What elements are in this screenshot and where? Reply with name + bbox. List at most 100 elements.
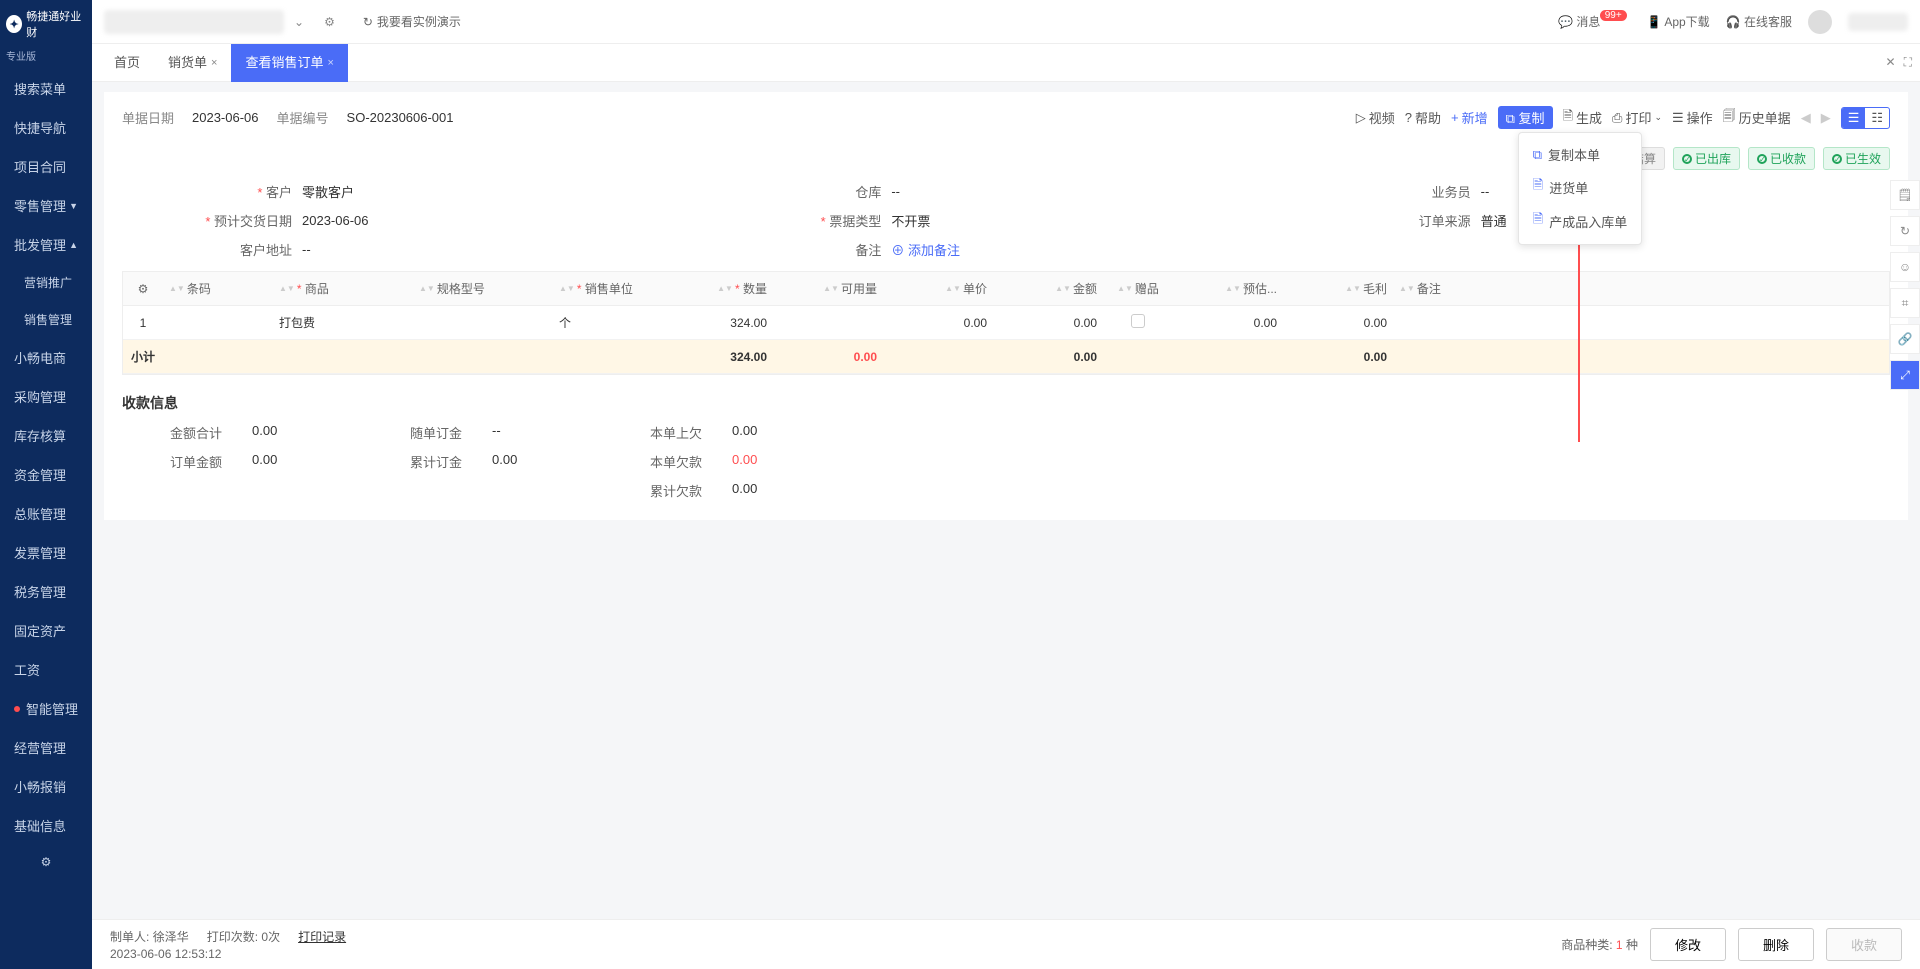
sidebar-item-sales[interactable]: 销售管理 [0,301,92,338]
sidebar-item-smart[interactable]: 智能管理 [0,689,92,728]
th-remark[interactable]: ▲▼备注 [1393,272,1889,305]
sort-icon: ▲▼ [279,286,295,291]
delete-button[interactable]: 删除 [1738,928,1814,961]
check-icon: ✓ [1757,154,1767,164]
th-spec[interactable]: ▲▼规格型号 [413,272,553,305]
username[interactable] [1848,13,1908,31]
prev-button[interactable]: ◀ [1801,110,1811,126]
th-gear[interactable]: ⚙ [123,274,163,304]
print-button[interactable]: ⎙打印 ⌄ [1612,108,1662,127]
tool-user[interactable]: ☺ [1890,252,1920,282]
th-profit[interactable]: ▲▼毛利 [1283,272,1393,305]
sidebar-item-retail[interactable]: 零售管理▼ [0,186,92,225]
tab-view-sales-order[interactable]: 查看销售订单× [231,44,347,82]
demo-link[interactable]: ↻ 我要看实例演示 [363,13,461,30]
avatar[interactable] [1808,10,1832,34]
sidebar-item-marketing[interactable]: 营销推广 [0,264,92,301]
help-link[interactable]: ?帮助 [1405,108,1441,127]
table-row[interactable]: 1 打包费 个 324.00 0.00 0.00 0.00 0.00 [123,306,1889,340]
sidebar-item-ecom[interactable]: 小畅电商 [0,338,92,377]
chevron-up-icon: ▲ [69,240,78,250]
close-icon[interactable]: × [327,44,333,82]
add-note-link[interactable]: 添加备注 [891,243,960,258]
dropdown-copy-this[interactable]: ⧉复制本单 [1519,139,1641,170]
messages-link[interactable]: 💬 消息 99+ [1558,13,1631,30]
total-label: 金额合计 [122,423,222,442]
sidebar-item-purchase[interactable]: 采购管理 [0,377,92,416]
gear-icon[interactable]: ⚙ [324,15,335,29]
tool-coupon[interactable]: ⌗ [1890,288,1920,318]
topbar: ⌄ ⚙ ↻ 我要看实例演示 💬 消息 99+ 📱 App下载 🎧 在线客服 [92,0,1920,44]
org-selector[interactable] [104,10,284,34]
sort-icon: ▲▼ [1345,286,1361,291]
generate-button[interactable]: 🗎生成 [1563,107,1602,129]
sidebar-item-project[interactable]: 项目合同 [0,147,92,186]
sidebar-item-inventory[interactable]: 库存核算 [0,416,92,455]
chevron-down-icon[interactable]: ⌄ [294,15,304,29]
payment-title: 收款信息 [122,393,1890,413]
dropdown-purchase-bill[interactable]: 🗎进货单 [1519,170,1641,204]
sidebar-item-wholesale[interactable]: 批发管理▲ [0,225,92,264]
status-received: ✓已收款 [1748,147,1815,170]
app-download-link[interactable]: 📱 App下载 [1647,13,1710,30]
th-barcode[interactable]: ▲▼条码 [163,272,273,305]
tool-expand[interactable]: ⤢ [1890,360,1920,390]
subtotal-profit: 0.00 [1283,342,1393,372]
acc-deposit-label: 累计订金 [362,452,462,471]
tab-home[interactable]: 首页 [100,44,154,82]
sidebar-item-ledger[interactable]: 总账管理 [0,494,92,533]
tool-link[interactable]: 🔗 [1890,324,1920,354]
edit-button[interactable]: 修改 [1650,928,1726,961]
view-card[interactable]: ☷ [1865,108,1889,128]
tab-sales-bill[interactable]: 销货单× [154,44,231,82]
cell-barcode [163,315,273,331]
support-link[interactable]: 🎧 在线客服 [1726,13,1792,30]
next-button[interactable]: ▶ [1821,110,1831,126]
kind-count: 商品种类: 1 种 [1561,936,1638,953]
bill-label: 票据类型 [711,211,891,230]
dropdown-finished-in[interactable]: 🗎产成品入库单 [1519,204,1641,238]
checkbox[interactable] [1131,314,1145,328]
brand-name: 畅捷通好业财 [26,8,86,40]
history-button[interactable]: 🗐历史单据 [1723,107,1791,129]
sidebar-item-business[interactable]: 经营管理 [0,728,92,767]
th-amount[interactable]: ▲▼金额 [993,272,1103,305]
th-product[interactable]: ▲▼商品 [273,272,413,305]
sidebar-item-search[interactable]: 搜索菜单 [0,69,92,108]
receive-button[interactable]: 收款 [1826,928,1902,961]
video-link[interactable]: ▷视频 [1356,108,1395,127]
th-avail[interactable]: ▲▼可用量 [773,272,883,305]
sidebar-settings[interactable]: ⚙ [0,845,92,879]
new-button[interactable]: +新增 [1451,108,1488,127]
sidebar-item-basic[interactable]: 基础信息 [0,806,92,845]
sidebar-item-invoice[interactable]: 发票管理 [0,533,92,572]
close-tab-button[interactable]: ✕ [1886,55,1896,70]
th-qty[interactable]: ▲▼数量 [663,272,773,305]
fullscreen-button[interactable]: ⛶ [1904,55,1912,70]
th-price[interactable]: ▲▼单价 [883,272,993,305]
sort-icon: ▲▼ [559,286,575,291]
sidebar-item-salary[interactable]: 工资 [0,650,92,689]
cell-qty: 324.00 [663,308,773,338]
sidebar-item-quicknav[interactable]: 快捷导航 [0,108,92,147]
cell-unit: 个 [553,306,663,339]
refresh-icon: ↻ [363,15,373,29]
close-icon[interactable]: × [211,44,217,82]
sidebar-item-tax[interactable]: 税务管理 [0,572,92,611]
th-unit[interactable]: ▲▼销售单位 [553,272,663,305]
doc-no-label: 单据编号 [277,108,329,127]
salesman-label: 业务员 [1301,182,1481,201]
headset-icon: 🎧 [1726,15,1741,29]
sidebar-item-assets[interactable]: 固定资产 [0,611,92,650]
sidebar-item-expense[interactable]: 小畅报销 [0,767,92,806]
acc-owe-label: 累计欠款 [602,481,702,500]
th-est[interactable]: ▲▼预估... [1173,272,1283,305]
print-log-link[interactable]: 打印记录 [298,928,346,945]
tool-note[interactable]: 🗒 [1890,180,1920,210]
tool-history[interactable]: ↻ [1890,216,1920,246]
sidebar-item-finance[interactable]: 资金管理 [0,455,92,494]
view-list[interactable]: ☰ [1842,108,1866,128]
ops-button[interactable]: ☰操作 [1672,108,1713,127]
copy-button[interactable]: ⧉ 复制 [1498,106,1553,129]
th-gift[interactable]: ▲▼赠品 [1103,272,1173,305]
